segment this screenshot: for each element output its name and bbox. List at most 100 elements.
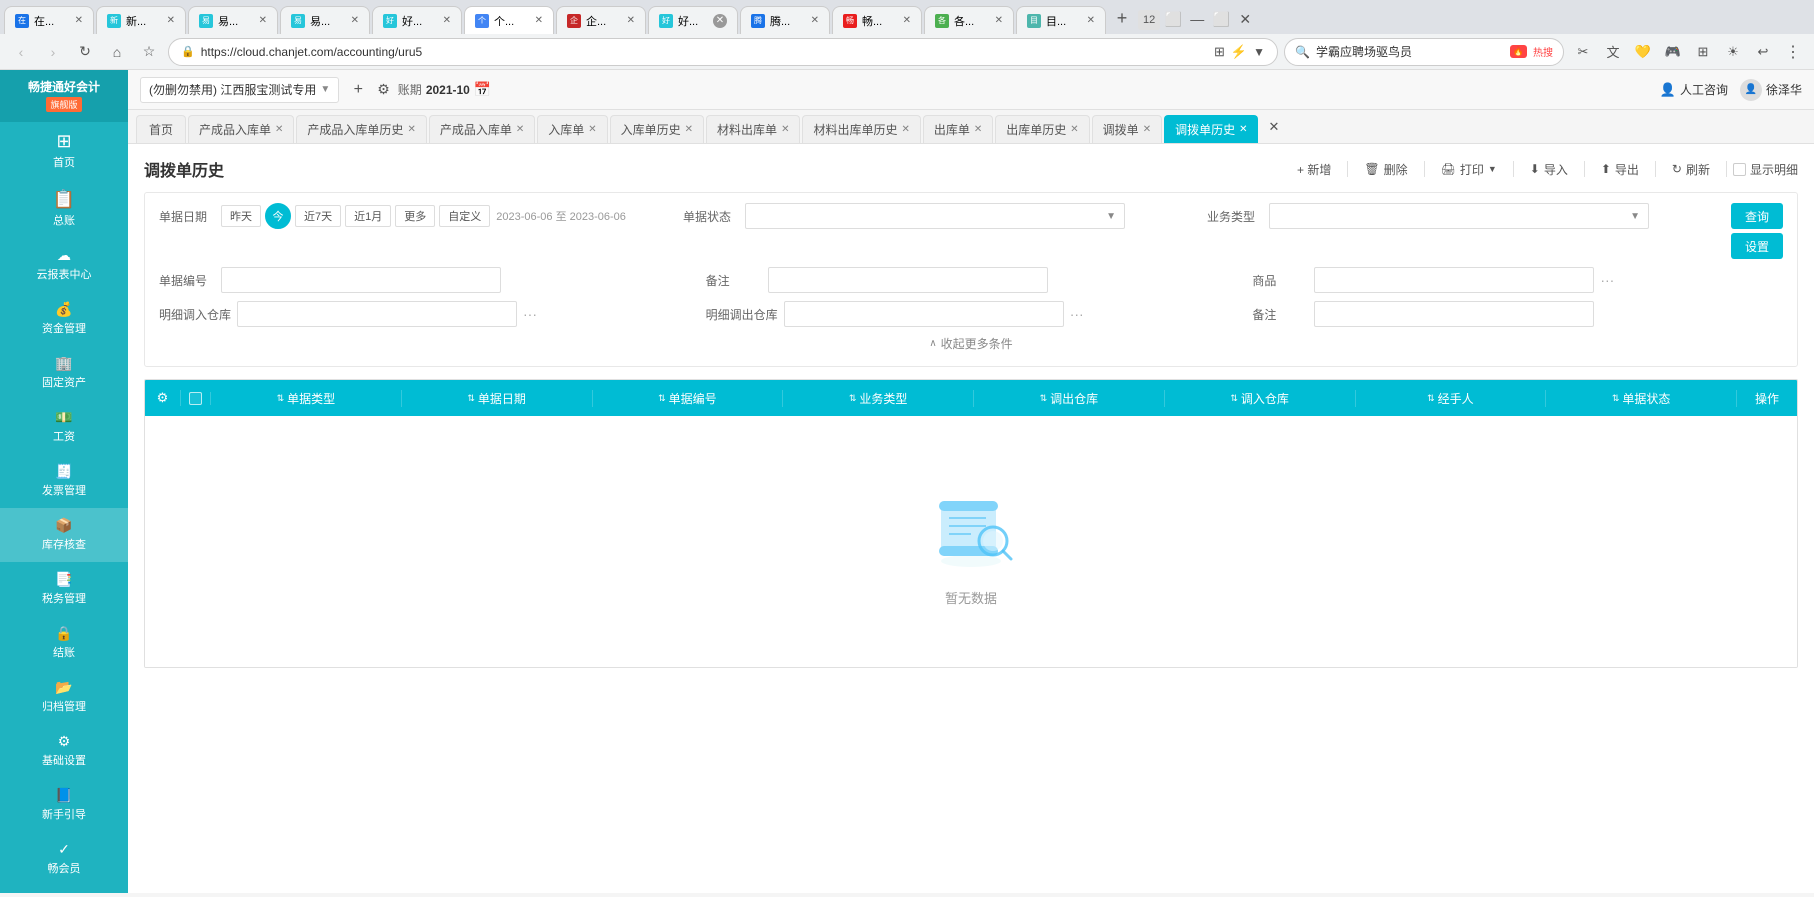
material-out-tab-close[interactable]: ✕ — [781, 124, 789, 135]
detail-in-input[interactable] — [237, 301, 517, 327]
browser-tab-11[interactable]: 各 各... ✕ — [924, 6, 1014, 34]
in-history-tab-close[interactable]: ✕ — [685, 124, 693, 135]
browser-tab-10[interactable]: 畅 畅... ✕ — [832, 6, 922, 34]
browser-grid-icon[interactable]: ⊞ — [1214, 44, 1225, 60]
browser-tab-5[interactable]: 好 好... ✕ — [372, 6, 462, 34]
th-status[interactable]: ⇅ 单据状态 — [1546, 390, 1737, 407]
tab1-close[interactable]: ✕ — [75, 15, 83, 26]
out-history-tab-close[interactable]: ✕ — [1070, 124, 1078, 135]
product-in-history-tab-close[interactable]: ✕ — [407, 124, 415, 135]
new-btn[interactable]: + 新增 — [1287, 156, 1341, 182]
th-check[interactable] — [181, 392, 211, 405]
home-btn[interactable]: ⌂ — [104, 39, 130, 65]
minimize-btn[interactable]: — — [1186, 8, 1208, 30]
refresh-btn[interactable]: ↻ — [72, 39, 98, 65]
tab2-close[interactable]: ✕ — [167, 15, 175, 26]
browser-tab-12[interactable]: 目 目... ✕ — [1016, 6, 1106, 34]
th-gear[interactable]: ⚙ — [145, 390, 181, 406]
lightning-icon[interactable]: ⚡ — [1231, 44, 1247, 60]
th-order-date[interactable]: ⇅ 单据日期 — [402, 390, 593, 407]
page-tab-home[interactable]: 首页 — [136, 115, 186, 143]
page-tab-product-in-history[interactable]: 产成品入库单历史 ✕ — [296, 115, 426, 143]
filter-settings-btn[interactable]: 设置 — [1731, 233, 1783, 259]
tab-active-close[interactable]: ✕ — [535, 15, 543, 26]
biztype-select[interactable]: ▼ — [1269, 203, 1649, 229]
sidebar-item-guide[interactable]: 📘 新手引导 — [0, 778, 128, 832]
tab9-close[interactable]: ✕ — [811, 15, 819, 26]
game-icon[interactable]: 🎮 — [1660, 39, 1686, 65]
in-order-tab-close[interactable]: ✕ — [588, 124, 596, 135]
detail-out-input[interactable] — [784, 301, 1064, 327]
expand-icon[interactable]: ▼ — [1253, 45, 1265, 59]
search-bar[interactable]: 🔍 学霸应聘场驱鸟员 🔥 热搜 — [1284, 38, 1564, 66]
product-in2-tab-close[interactable]: ✕ — [516, 124, 524, 135]
grid2-icon[interactable]: ⊞ — [1690, 39, 1716, 65]
browser-tab-7[interactable]: 企 企... ✕ — [556, 6, 646, 34]
sidebar-item-member[interactable]: ✓ 畅会员 — [0, 832, 128, 886]
date-btn-1month[interactable]: 近1月 — [345, 205, 391, 227]
material-out-history-tab-close[interactable]: ✕ — [901, 124, 909, 135]
browser-tab-3[interactable]: 易 易... ✕ — [188, 6, 278, 34]
page-tab-in-order[interactable]: 入库单 ✕ — [537, 115, 607, 143]
translate-icon[interactable]: 文 — [1600, 39, 1626, 65]
company-selector[interactable]: (勿删勿禁用) 江西服宝测试专用 ▼ — [140, 77, 339, 103]
display-toggle[interactable]: 显示明细 — [1733, 161, 1798, 178]
tab3-close[interactable]: ✕ — [259, 15, 267, 26]
tab7-close[interactable]: ✕ — [627, 15, 635, 26]
tab4-close[interactable]: ✕ — [351, 15, 359, 26]
url-bar[interactable]: 🔒 https://cloud.chanjet.com/accounting/u… — [168, 38, 1278, 66]
import-btn[interactable]: ⬇ 导入 — [1520, 156, 1578, 182]
delete-btn[interactable]: 🗑 删除 — [1354, 156, 1417, 182]
refresh-btn[interactable]: ↻ 刷新 — [1662, 156, 1720, 182]
out-order-tab-close[interactable]: ✕ — [974, 124, 982, 135]
tab8-close[interactable]: ✕ — [713, 14, 727, 28]
sidebar-item-basic[interactable]: ⚙ 基础设置 — [0, 724, 128, 778]
export-btn[interactable]: ⬆ 导出 — [1591, 156, 1649, 182]
goods-input[interactable] — [1314, 267, 1594, 293]
goods-dots-btn[interactable]: ··· — [1600, 272, 1614, 288]
sidebar-item-fixed-asset[interactable]: 🏢 固定资产 — [0, 346, 128, 400]
bookmark-btn[interactable]: ☆ — [136, 39, 162, 65]
page-tab-product-in2[interactable]: 产成品入库单 ✕ — [429, 115, 535, 143]
menu-dots-icon[interactable]: ⋮ — [1780, 39, 1806, 65]
settings-gear-icon[interactable]: ⚙ — [377, 81, 390, 98]
browser-tab-1[interactable]: 在 在... ✕ — [4, 6, 94, 34]
undo-icon[interactable]: ↩ — [1750, 39, 1776, 65]
extensions-icon[interactable]: ⬜ — [1162, 8, 1184, 30]
tab10-close[interactable]: ✕ — [903, 15, 911, 26]
sidebar-item-ledger[interactable]: 📋 总账 — [0, 180, 128, 238]
remark2-input[interactable] — [1314, 301, 1594, 327]
sidebar-logo[interactable]: 畅捷通好会计 旗舰版 — [0, 70, 128, 122]
sidebar-item-home[interactable]: ⊞ 首页 — [0, 122, 128, 180]
transfer-tab-close[interactable]: ✕ — [1143, 124, 1151, 135]
collapse-bar[interactable]: ∧ 收起更多条件 — [159, 331, 1783, 356]
user-info[interactable]: 👤 徐泽华 — [1740, 79, 1802, 101]
th-biz-type[interactable]: ⇅ 业务类型 — [783, 390, 974, 407]
browser-tab-2[interactable]: 新 新... ✕ — [96, 6, 186, 34]
sidebar-item-payroll[interactable]: 💵 工资 — [0, 400, 128, 454]
browser-tab-active[interactable]: 个 个... ✕ — [464, 6, 554, 34]
th-in-warehouse[interactable]: ⇅ 调入仓库 — [1165, 390, 1356, 407]
sidebar-item-tax[interactable]: 📑 税务管理 — [0, 562, 128, 616]
detail-out-dots-btn[interactable]: ··· — [1070, 306, 1084, 322]
sidebar-item-invoice[interactable]: 🧾 发票管理 — [0, 454, 128, 508]
sidebar-item-capital[interactable]: 💰 资金管理 — [0, 292, 128, 346]
product-in-tab-close[interactable]: ✕ — [275, 124, 283, 135]
browser-tab-8[interactable]: 好 好... ✕ — [648, 6, 738, 34]
sidebar-item-report[interactable]: ☁ 云报表中心 — [0, 238, 128, 292]
back-btn[interactable]: ‹ — [8, 39, 34, 65]
remark-input[interactable] — [768, 267, 1048, 293]
page-tab-material-out-history[interactable]: 材料出库单历史 ✕ — [802, 115, 920, 143]
query-btn[interactable]: 查询 — [1731, 203, 1783, 229]
page-tab-transfer-history[interactable]: 调拨单历史 ✕ — [1164, 115, 1258, 143]
calendar-icon[interactable]: 📅 — [474, 81, 491, 98]
tab11-close[interactable]: ✕ — [995, 15, 1003, 26]
page-tab-out-history[interactable]: 出库单历史 ✕ — [995, 115, 1089, 143]
tab5-close[interactable]: ✕ — [443, 15, 451, 26]
maximize-btn[interactable]: ⬜ — [1210, 8, 1232, 30]
browser-tab-4[interactable]: 易 易... ✕ — [280, 6, 370, 34]
wallet-icon[interactable]: 💛 — [1630, 39, 1656, 65]
th-handler[interactable]: ⇅ 经手人 — [1356, 390, 1547, 407]
close-all-tabs-btn[interactable]: ✕ — [1260, 113, 1287, 141]
date-btn-yesterday[interactable]: 昨天 — [221, 205, 261, 227]
